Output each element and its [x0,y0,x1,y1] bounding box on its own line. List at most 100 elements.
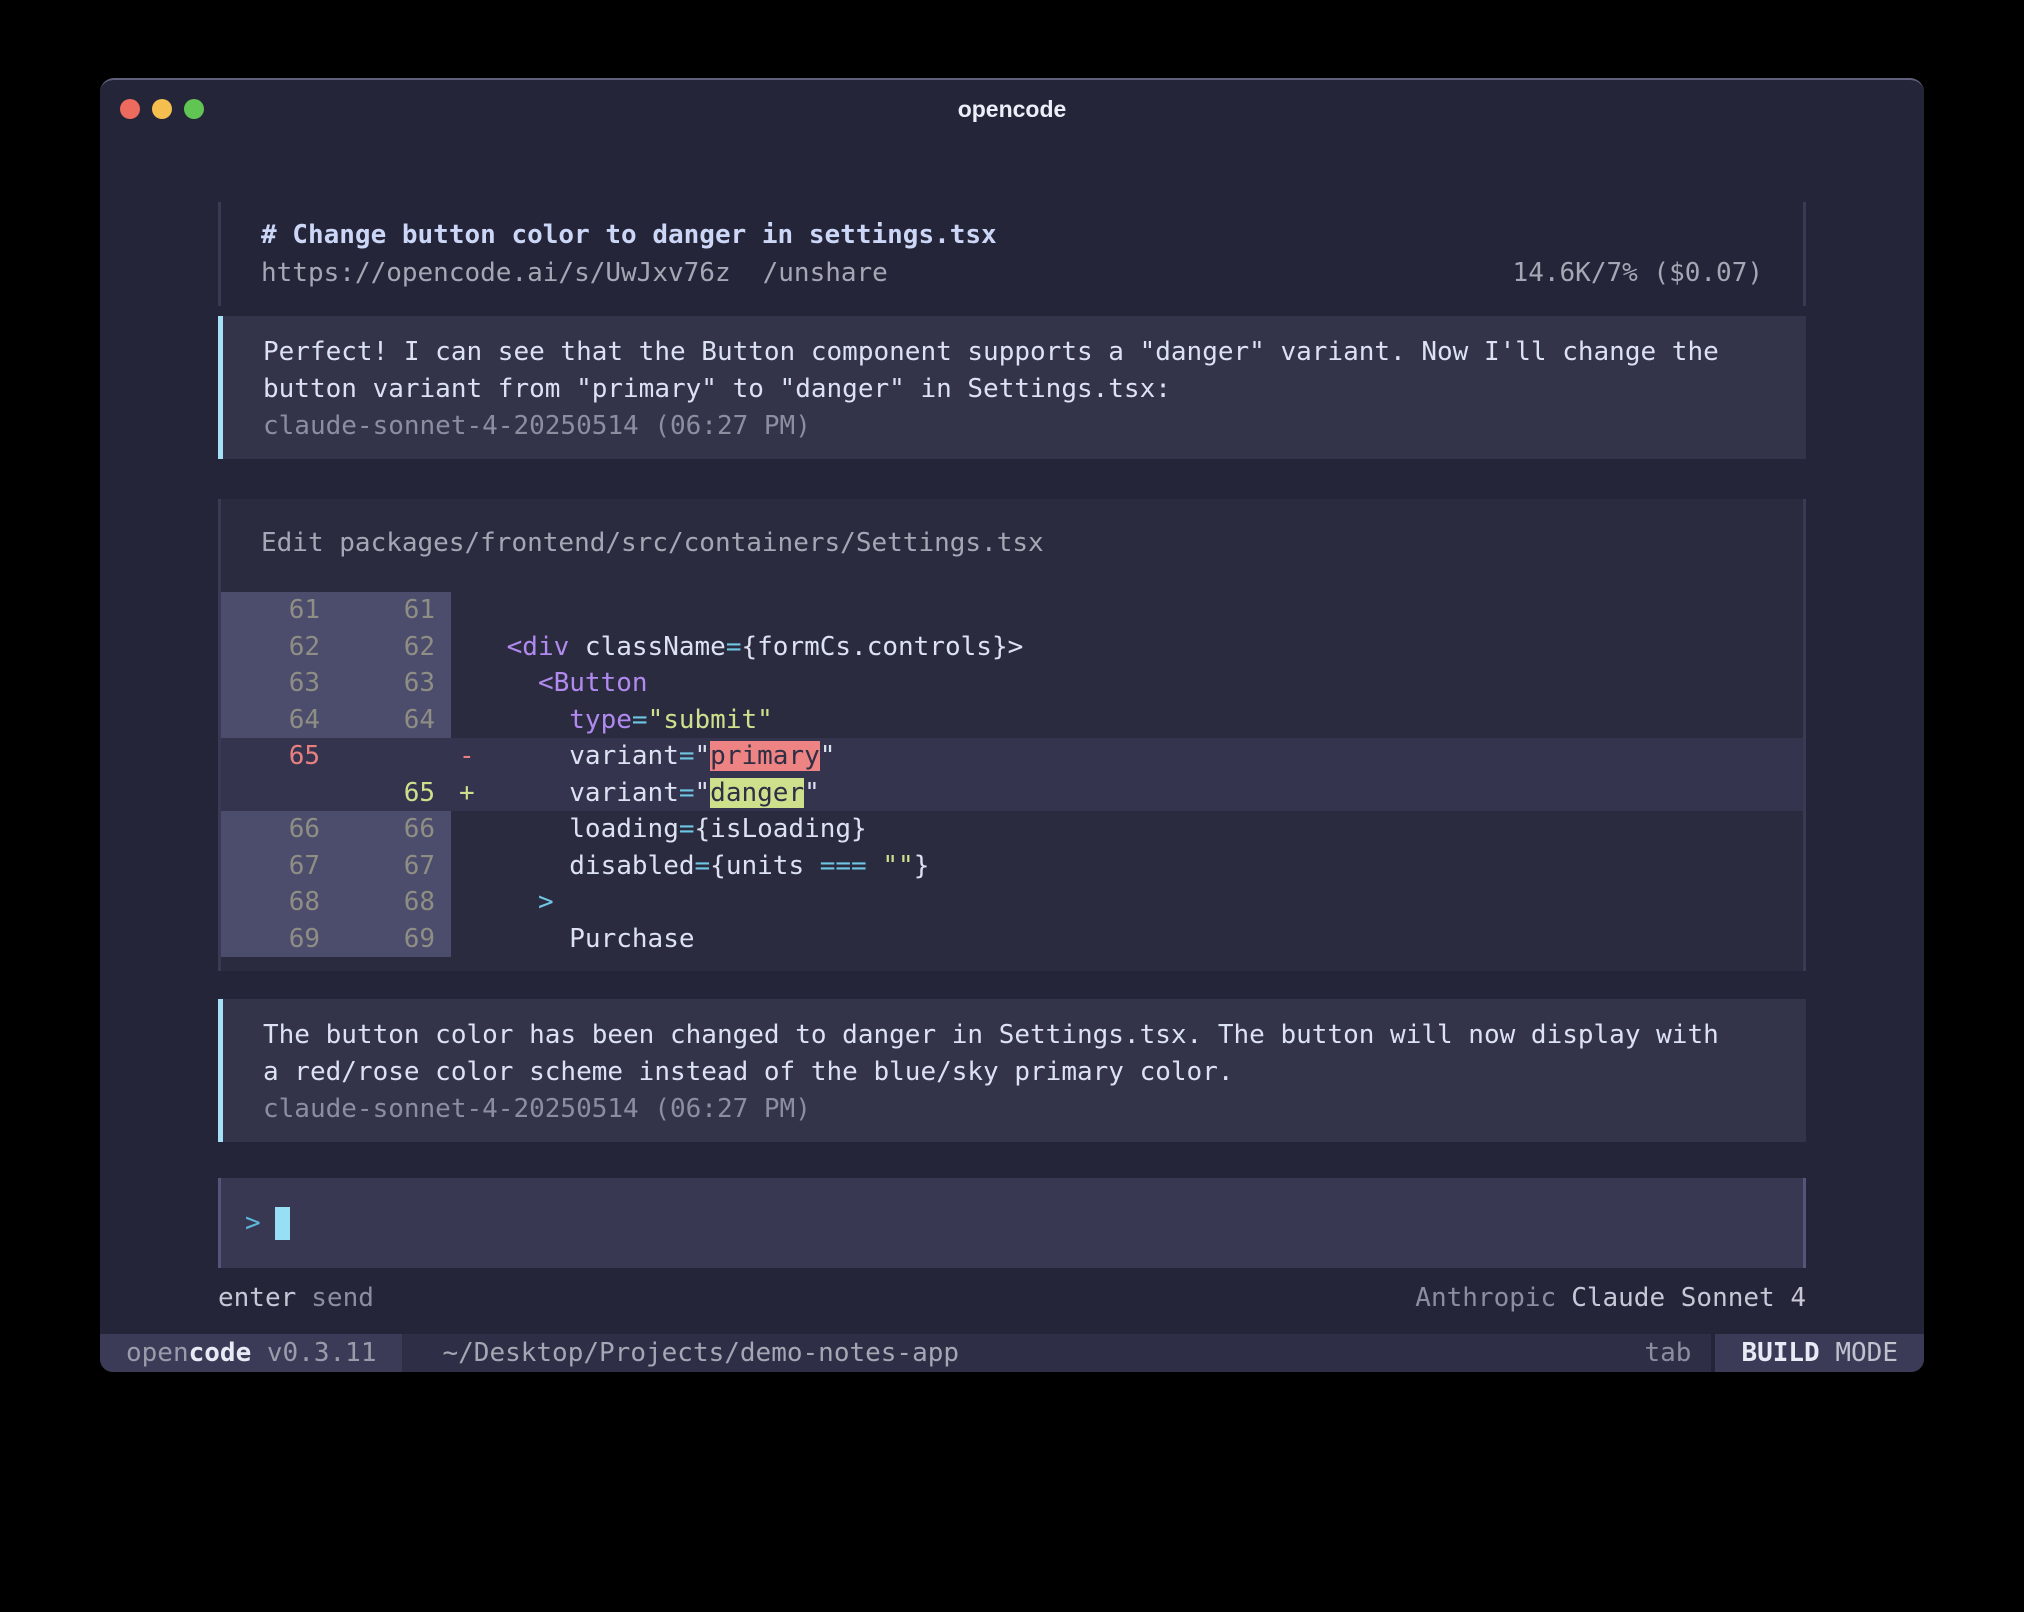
old-line-number: 65 [221,738,336,775]
diff-marker: - [451,738,491,775]
new-line-number: 65 [336,775,451,812]
code-token [491,632,507,662]
code-line: Purchase [491,921,1803,958]
new-line-number: 69 [336,921,451,958]
diff-row: 6868 > [221,884,1803,921]
new-line-number: 66 [336,811,451,848]
new-line-number: 64 [336,702,451,739]
old-line-number: 61 [221,592,336,629]
prompt-input[interactable]: > [218,1178,1806,1268]
old-line-number: 68 [221,884,336,921]
code-token: className [569,632,726,662]
assistant-message: Perfect! I can see that the Button compo… [218,316,1806,459]
message-text: The button color has been changed to dan… [263,1017,1746,1091]
old-line-number: 63 [221,665,336,702]
code-token: primary [710,741,820,771]
code-token: <div [507,632,570,662]
session-header: # Change button color to danger in setti… [218,202,1806,306]
old-line-number: 66 [221,811,336,848]
close-window-button[interactable] [120,99,140,119]
diff-marker [451,811,491,848]
diff-row: 6969 Purchase [221,921,1803,958]
minimize-window-button[interactable] [152,99,172,119]
app-version: v0.3.11 [251,1334,376,1372]
old-line-number [221,775,336,812]
code-token [491,814,569,844]
code-token [867,851,883,881]
send-hint-label: send [311,1280,374,1317]
code-token: variant [569,778,679,808]
code-token [491,887,538,917]
opencode-window: opencode # Change button color to danger… [100,78,1924,1372]
code-token: Purchase [569,924,694,954]
unshare-command: /unshare [763,254,888,292]
code-token: " [820,741,836,771]
window-title: opencode [958,96,1067,123]
code-token: "" [882,851,913,881]
code-token: variant [569,741,679,771]
old-line-number: 62 [221,629,336,666]
code-line: <Button [491,665,1803,702]
new-line-number: 61 [336,592,451,629]
diff-row: 6464 type="submit" [221,702,1803,739]
code-token [491,741,569,771]
diff-marker [451,921,491,958]
build-mode-badge[interactable]: BUILD MODE [1715,1334,1924,1372]
traffic-lights [120,99,204,119]
code-token: === [820,851,867,881]
app-name-open: open [126,1334,189,1372]
text-cursor [275,1207,290,1240]
code-token: = [679,778,695,808]
code-line: variant="primary" [491,738,1803,775]
code-token: {units [710,851,820,881]
diff-row: 6363 <Button [221,665,1803,702]
code-token: = [695,851,711,881]
new-line-number: 62 [336,629,451,666]
assistant-message: The button color has been changed to dan… [218,999,1806,1142]
code-token: > [1008,632,1024,662]
diff-marker [451,702,491,739]
terminal-content: # Change button color to danger in setti… [218,138,1806,1334]
message-text: Perfect! I can see that the Button compo… [263,334,1746,408]
old-line-number: 64 [221,702,336,739]
provider-label: Anthropic [1415,1280,1556,1317]
prompt-symbol: > [245,1206,261,1240]
model-label: Claude Sonnet 4 [1571,1280,1806,1317]
diff-row: 6262 <div className={formCs.controls}> [221,629,1803,666]
code-token: > [538,887,554,917]
edit-tool-block: Edit packages/frontend/src/containers/Se… [218,499,1806,971]
code-token [491,668,538,698]
diff-marker [451,884,491,921]
code-line: disabled={units === ""} [491,848,1803,885]
code-token: "submit" [648,705,773,735]
code-token: danger [710,778,804,808]
share-url[interactable]: https://opencode.ai/s/UwJxv76z [261,254,731,292]
code-line: type="submit" [491,702,1803,739]
code-token: loading [569,814,679,844]
code-token [491,705,569,735]
enter-key-hint: enter [218,1280,296,1317]
diff-view: 61616262 <div className={formCs.controls… [221,592,1803,957]
mode-build-label: BUILD [1741,1334,1819,1372]
old-line-number: 69 [221,921,336,958]
code-token: disabled [569,851,694,881]
diff-row: 65 - variant="primary" [221,738,1803,775]
diff-marker: + [451,775,491,812]
diff-row: 6161 [221,592,1803,629]
code-line [491,592,1803,629]
code-token: " [804,778,820,808]
tab-key-hint: tab [1644,1334,1691,1372]
code-line: <div className={formCs.controls}> [491,629,1803,666]
old-line-number: 67 [221,848,336,885]
code-token [491,851,569,881]
code-token [491,778,569,808]
hint-row: enter send Anthropic Claude Sonnet 4 [218,1280,1806,1317]
code-token: {formCs.controls} [741,632,1007,662]
code-token: type [569,705,632,735]
code-token: " [695,778,711,808]
zoom-window-button[interactable] [184,99,204,119]
new-line-number [336,738,451,775]
code-token: = [632,705,648,735]
diff-row: 6767 disabled={units === ""} [221,848,1803,885]
status-bar: opencode v0.3.11 ~/Desktop/Projects/demo… [100,1334,1924,1372]
